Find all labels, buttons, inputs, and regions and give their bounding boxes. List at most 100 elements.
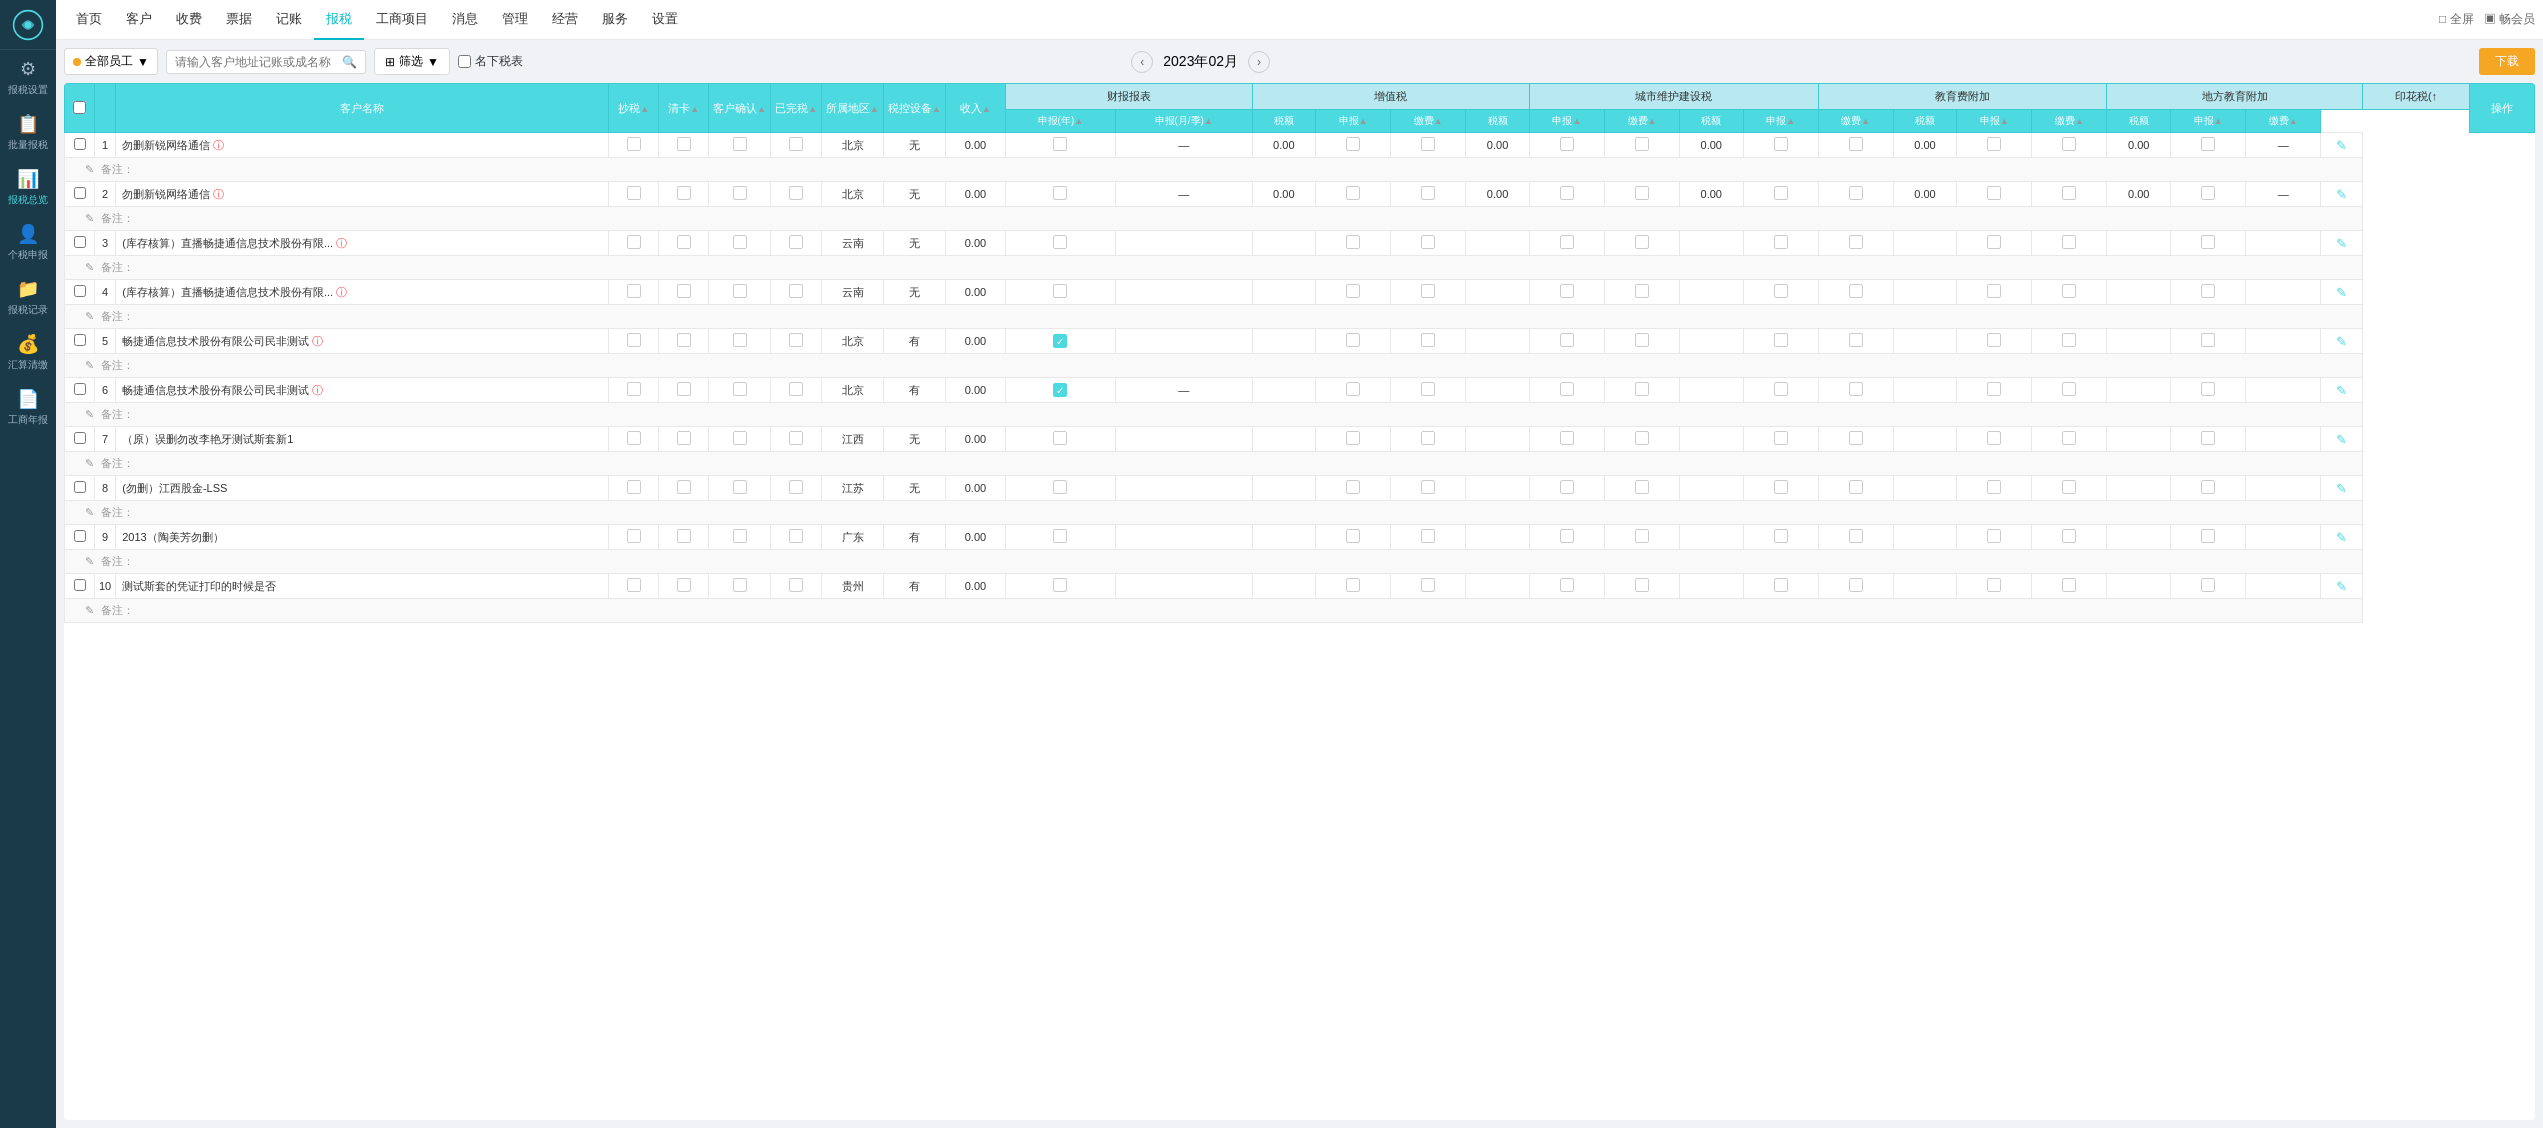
cheng-jiaofei-cell[interactable] [1604, 182, 1679, 207]
action-cell[interactable]: ✎ [2321, 427, 2363, 452]
caibao-year-cell[interactable] [1005, 280, 1115, 305]
zeng-shenbao-cell[interactable] [1316, 476, 1391, 501]
df-jiaofei-cell[interactable] [2032, 329, 2107, 354]
edit-icon[interactable]: ✎ [2336, 334, 2347, 349]
named-list-checkbox[interactable]: 名下税表 [458, 53, 523, 70]
zeng-shenbao-cell[interactable] [1316, 427, 1391, 452]
jy-jiaofei-cell[interactable] [1818, 231, 1893, 256]
zeng-jiaofei-cell[interactable] [1391, 231, 1466, 256]
kehu-confirm-cell[interactable] [709, 525, 771, 550]
yh-shenbao-cell[interactable] [2171, 574, 2246, 599]
yh-shenbao-cell[interactable] [2171, 280, 2246, 305]
cheng-jiaofei-cell[interactable] [1604, 378, 1679, 403]
chaoshui-cell[interactable] [609, 378, 659, 403]
cheng-shenbao-cell[interactable] [1529, 427, 1604, 452]
zeng-jiaofei-cell[interactable] [1391, 329, 1466, 354]
qingka-cell[interactable] [659, 427, 709, 452]
fullscreen-btn[interactable]: □ 全屏 [2439, 11, 2474, 28]
zeng-shenbao-cell[interactable] [1316, 574, 1391, 599]
zeng-shenbao-cell[interactable] [1316, 133, 1391, 158]
cheng-jiaofei-cell[interactable] [1604, 329, 1679, 354]
row-select-checkbox[interactable] [65, 280, 95, 305]
df-shenbao-cell[interactable] [1957, 476, 2032, 501]
select-all-checkbox[interactable] [73, 101, 86, 114]
search-box[interactable]: 🔍 [166, 50, 366, 74]
jy-jiaofei-cell[interactable] [1818, 378, 1893, 403]
nav-item-baoshui[interactable]: 报税 [314, 0, 364, 40]
cheng-shenbao-cell[interactable] [1529, 133, 1604, 158]
qingka-cell[interactable] [659, 133, 709, 158]
kehu-confirm-cell[interactable] [709, 476, 771, 501]
jy-shenbao-cell[interactable] [1743, 329, 1818, 354]
cheng-shenbao-cell[interactable] [1529, 574, 1604, 599]
action-cell[interactable]: ✎ [2321, 280, 2363, 305]
download-button[interactable]: 下载 [2479, 48, 2535, 75]
zeng-jiaofei-cell[interactable] [1391, 574, 1466, 599]
row-select-checkbox[interactable] [65, 525, 95, 550]
caibao-year-cell[interactable] [1005, 476, 1115, 501]
cheng-jiaofei-cell[interactable] [1604, 574, 1679, 599]
zeng-shenbao-cell[interactable] [1316, 329, 1391, 354]
row-select-checkbox[interactable] [65, 476, 95, 501]
df-jiaofei-cell[interactable] [2032, 574, 2107, 599]
vip-btn[interactable]: ▣ 畅会员 [2484, 11, 2535, 28]
zeng-jiaofei-cell[interactable] [1391, 378, 1466, 403]
df-shenbao-cell[interactable] [1957, 329, 2032, 354]
nav-item-fuwu[interactable]: 服务 [590, 0, 640, 40]
chaoshui-cell[interactable] [609, 525, 659, 550]
qingka-cell[interactable] [659, 231, 709, 256]
df-shenbao-cell[interactable] [1957, 231, 2032, 256]
row-select-checkbox[interactable] [65, 133, 95, 158]
sidebar-item-baoshui-shezhi[interactable]: ⚙ 报税设置 [0, 50, 56, 105]
qingka-cell[interactable] [659, 329, 709, 354]
zeng-jiaofei-cell[interactable] [1391, 427, 1466, 452]
df-jiaofei-cell[interactable] [2032, 280, 2107, 305]
cheng-shenbao-cell[interactable] [1529, 231, 1604, 256]
chaoshui-cell[interactable] [609, 231, 659, 256]
df-jiaofei-cell[interactable] [2032, 476, 2107, 501]
nav-item-xiaoxi[interactable]: 消息 [440, 0, 490, 40]
df-shenbao-cell[interactable] [1957, 182, 2032, 207]
chaoshui-cell[interactable] [609, 476, 659, 501]
qingka-cell[interactable] [659, 574, 709, 599]
edit-icon[interactable]: ✎ [2336, 187, 2347, 202]
nav-item-piaoju[interactable]: 票据 [214, 0, 264, 40]
nav-item-homepage[interactable]: 首页 [64, 0, 114, 40]
jy-jiaofei-cell[interactable] [1818, 574, 1893, 599]
cheng-jiaofei-cell[interactable] [1604, 133, 1679, 158]
zeng-shenbao-cell[interactable] [1316, 525, 1391, 550]
caibao-year-cell[interactable] [1005, 182, 1115, 207]
cheng-shenbao-cell[interactable] [1529, 182, 1604, 207]
qingka-cell[interactable] [659, 182, 709, 207]
caibao-year-cell[interactable] [1005, 427, 1115, 452]
cheng-shenbao-cell[interactable] [1529, 329, 1604, 354]
pencil-note-icon[interactable]: ✎ [85, 163, 94, 175]
chaoshui-cell[interactable] [609, 133, 659, 158]
jy-shenbao-cell[interactable] [1743, 574, 1818, 599]
cheng-jiaofei-cell[interactable] [1604, 525, 1679, 550]
pencil-note-icon[interactable]: ✎ [85, 310, 94, 322]
kehu-confirm-cell[interactable] [709, 574, 771, 599]
yiwanshui-cell[interactable] [771, 378, 822, 403]
chaoshui-cell[interactable] [609, 182, 659, 207]
caibao-year-cell[interactable]: ✓ [1005, 329, 1115, 354]
row-select-checkbox[interactable] [65, 378, 95, 403]
row-select-checkbox[interactable] [65, 182, 95, 207]
nav-item-shoufei[interactable]: 收费 [164, 0, 214, 40]
nav-item-gongshang[interactable]: 工商项目 [364, 0, 440, 40]
sidebar-item-gongshang-nianbao[interactable]: 📄 工商年报 [0, 380, 56, 435]
yiwanshui-cell[interactable] [771, 231, 822, 256]
prev-month-btn[interactable]: ‹ [1131, 51, 1153, 73]
caibao-year-cell[interactable] [1005, 525, 1115, 550]
zeng-jiaofei-cell[interactable] [1391, 525, 1466, 550]
yiwanshui-cell[interactable] [771, 525, 822, 550]
cheng-jiaofei-cell[interactable] [1604, 231, 1679, 256]
df-shenbao-cell[interactable] [1957, 378, 2032, 403]
row-select-checkbox[interactable] [65, 427, 95, 452]
row-select-checkbox[interactable] [65, 231, 95, 256]
chaoshui-cell[interactable] [609, 329, 659, 354]
nav-item-shezhi[interactable]: 设置 [640, 0, 690, 40]
search-input[interactable] [175, 55, 342, 69]
sidebar-item-piliang-baoshui[interactable]: 📋 批量报税 [0, 105, 56, 160]
cheng-shenbao-cell[interactable] [1529, 280, 1604, 305]
